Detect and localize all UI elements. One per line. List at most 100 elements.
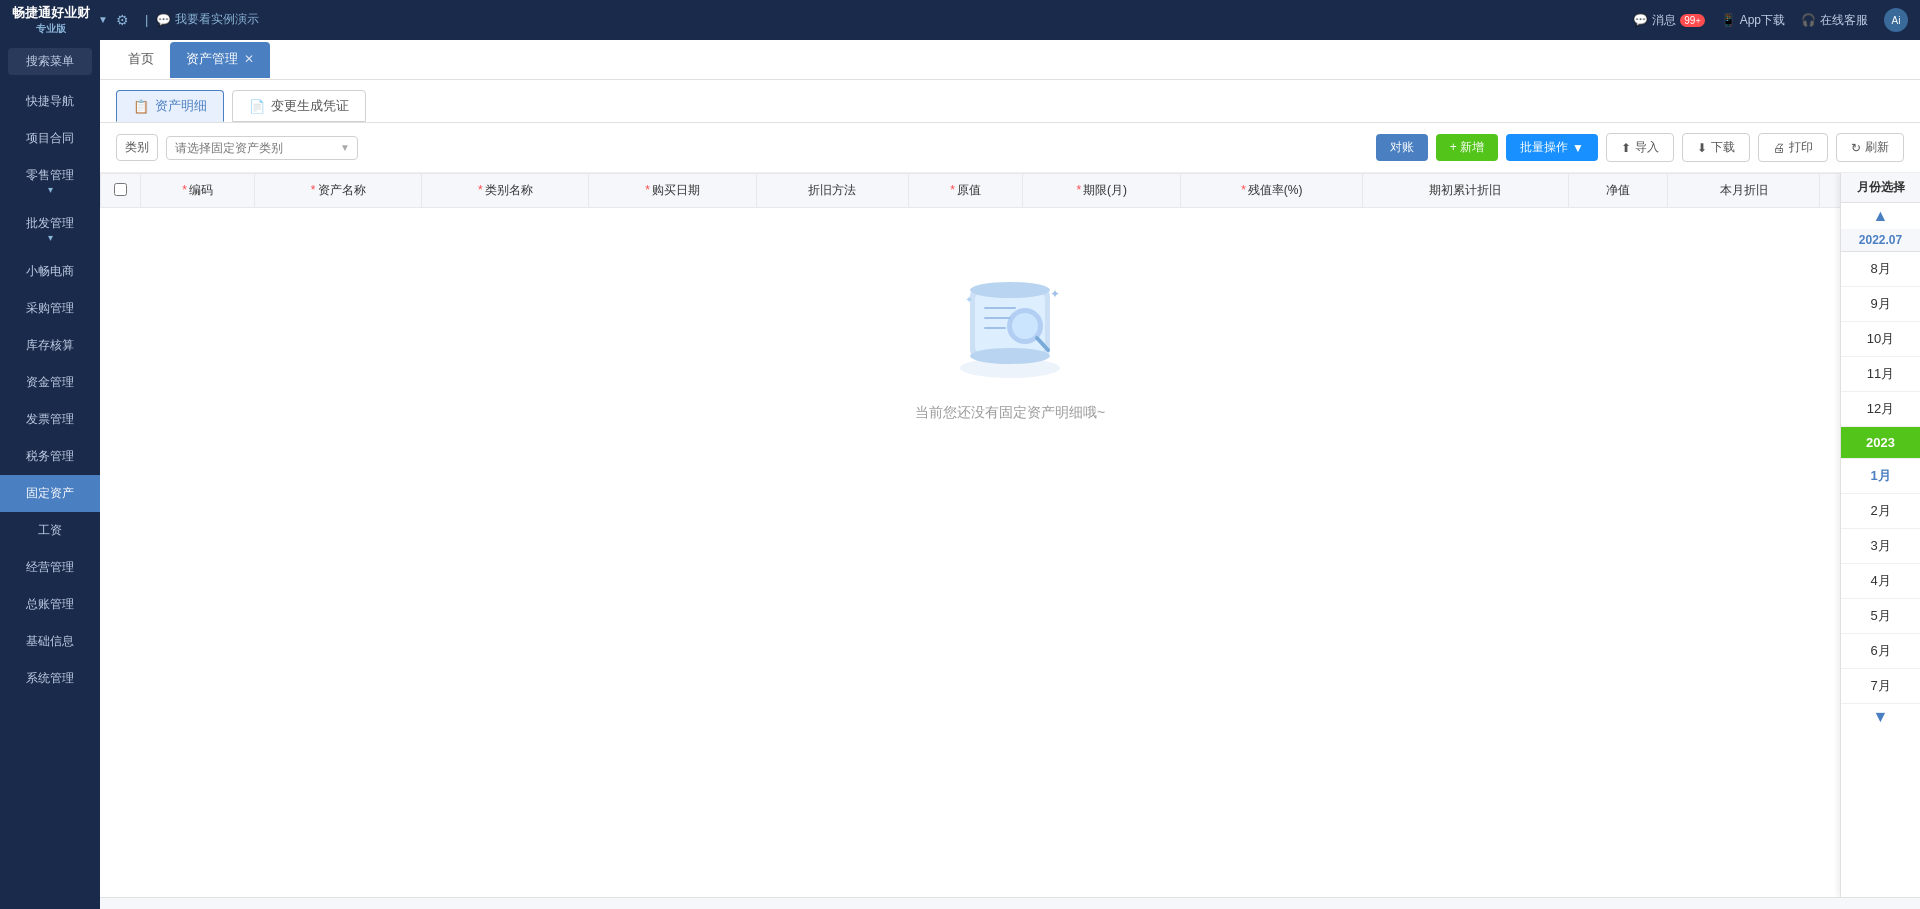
app-title: 畅捷通好业财 [12, 5, 90, 22]
sidebar-item-management[interactable]: 经营管理 [0, 549, 100, 586]
month-panel-year[interactable]: 2022.07 [1841, 229, 1920, 252]
month-item-7[interactable]: 7月 [1841, 669, 1920, 704]
download-icon: ⬇ [1697, 141, 1707, 155]
message-icon: 💬 [1633, 13, 1648, 27]
download-btn[interactable]: ⬇ 下载 [1682, 133, 1750, 162]
th-accumulated-depreciation: 期初累计折旧 [1363, 174, 1568, 208]
month-item-6[interactable]: 6月 [1841, 634, 1920, 669]
year-2023-badge: 2023 [1841, 427, 1920, 459]
sidebar-item-invoice[interactable]: 发票管理 [0, 401, 100, 438]
top-bar: 畅捷通好业财 专业版 ▼ ⚙ | 💬 我要看实例演示 💬 消息 99+ 📱 Ap… [0, 0, 1920, 40]
list-icon: 📋 [133, 99, 149, 114]
month-item-5[interactable]: 5月 [1841, 599, 1920, 634]
month-panel: 月份选择 ▲ 2022.07 8月 9月 10月 11月 12月 2023 1月… [1840, 173, 1920, 897]
import-icon: ⬆ [1621, 141, 1631, 155]
month-item-1[interactable]: 1月 [1841, 459, 1920, 494]
import-btn[interactable]: ⬆ 导入 [1606, 133, 1674, 162]
sidebar-item-quick-nav[interactable]: 快捷导航 [0, 83, 100, 120]
month-item-12[interactable]: 12月 [1841, 392, 1920, 427]
empty-icon: ✦ ✦ [940, 268, 1080, 388]
batch-btn[interactable]: 批量操作 ▼ [1506, 134, 1598, 161]
demo-link[interactable]: 💬 我要看实例演示 [156, 11, 259, 28]
month-item-3[interactable]: 3月 [1841, 529, 1920, 564]
svg-point-4 [970, 348, 1050, 364]
month-item-2[interactable]: 2月 [1841, 494, 1920, 529]
month-panel-header: 月份选择 [1841, 173, 1920, 203]
category-select-input[interactable] [166, 136, 358, 160]
month-item-10[interactable]: 10月 [1841, 322, 1920, 357]
tab-home[interactable]: 首页 [112, 42, 170, 78]
month-item-11[interactable]: 11月 [1841, 357, 1920, 392]
svg-point-6 [1012, 313, 1038, 339]
empty-state: ✦ ✦ 当前您还没有固定资产明细哦~ [100, 208, 1920, 482]
top-bar-right: 💬 消息 99+ 📱 App下载 🎧 在线客服 Ai [1633, 8, 1908, 32]
print-icon: 🖨 [1773, 141, 1785, 155]
th-period: *期限(月) [1023, 174, 1181, 208]
svg-text:✦: ✦ [1050, 287, 1060, 301]
demo-icon: 💬 [156, 13, 171, 27]
sidebar-item-wholesale[interactable]: 批发管理 ▾ [0, 205, 100, 253]
reconcile-btn[interactable]: 对账 [1376, 134, 1428, 161]
sidebar-item-ecommerce[interactable]: 小畅电商 [0, 253, 100, 290]
svg-text:✦: ✦ [965, 294, 973, 305]
sidebar-item-purchase[interactable]: 采购管理 [0, 290, 100, 327]
svg-point-3 [970, 282, 1050, 298]
content-area: 首页 资产管理 ✕ 📋 资产明细 📄 变更生成凭证 [100, 40, 1920, 909]
toolbar: 类别 ▼ 对账 + 新增 批量操作 ▼ ⬆ 导 [100, 123, 1920, 173]
th-net-value: 净值 [1568, 174, 1667, 208]
tab-assets[interactable]: 资产管理 ✕ [170, 42, 270, 78]
sidebar-item-salary[interactable]: 工资 [0, 512, 100, 549]
sidebar-item-retail[interactable]: 零售管理 ▾ [0, 157, 100, 205]
sidebar-item-system[interactable]: 系统管理 [0, 660, 100, 697]
refresh-icon: ↻ [1851, 141, 1861, 155]
chevron-down-icon: ▾ [48, 232, 53, 243]
sidebar-item-assets[interactable]: 固定资产 [0, 475, 100, 512]
app-download-btn[interactable]: 📱 App下载 [1721, 12, 1785, 29]
month-item-4[interactable]: 4月 [1841, 564, 1920, 599]
toolbar-right: 对账 + 新增 批量操作 ▼ ⬆ 导入 ⬇ 下载 🖨 [1376, 133, 1904, 162]
th-depreciation-method: 折旧方法 [756, 174, 908, 208]
refresh-btn[interactable]: ↻ 刷新 [1836, 133, 1904, 162]
headset-icon: 🎧 [1801, 13, 1816, 27]
sidebar-item-project[interactable]: 项目合同 [0, 120, 100, 157]
message-btn[interactable]: 💬 消息 99+ [1633, 12, 1704, 29]
sub-tab-detail[interactable]: 📋 资产明细 [116, 90, 224, 122]
main-layout: 搜索菜单 快捷导航 项目合同 零售管理 ▾ 批发管理 ▾ 小畅电商 采购管理 库… [0, 40, 1920, 909]
dropdown-arrow-icon[interactable]: ▼ [98, 14, 108, 25]
sidebar-item-tax[interactable]: 税务管理 [0, 438, 100, 475]
nav-tabs: 首页 资产管理 ✕ [100, 40, 1920, 80]
sub-tabs: 📋 资产明细 📄 变更生成凭证 [100, 80, 1920, 123]
sidebar-item-basic[interactable]: 基础信息 [0, 623, 100, 660]
sub-tab-voucher[interactable]: 📄 变更生成凭证 [232, 90, 366, 122]
settings-icon[interactable]: ⚙ [116, 12, 129, 28]
tab-close-icon[interactable]: ✕ [244, 52, 254, 66]
search-menu-btn[interactable]: 搜索菜单 [8, 48, 92, 75]
month-nav-up-btn[interactable]: ▲ [1841, 203, 1920, 229]
chevron-down-icon: ▾ [48, 184, 53, 195]
user-avatar[interactable]: Ai [1884, 8, 1908, 32]
category-label: 类别 [116, 134, 158, 161]
page-main: 📋 资产明细 📄 变更生成凭证 类别 ▼ [100, 80, 1920, 909]
month-item-9[interactable]: 9月 [1841, 287, 1920, 322]
top-bar-left: 畅捷通好业财 专业版 ▼ ⚙ | 💬 我要看实例演示 [12, 5, 259, 35]
select-all-checkbox[interactable] [114, 183, 127, 196]
doc-icon: 📄 [249, 99, 265, 114]
phone-icon: 📱 [1721, 13, 1736, 27]
th-category: *类别名称 [422, 174, 589, 208]
th-original-value: *原值 [908, 174, 1022, 208]
month-nav-down-btn[interactable]: ▼ [1841, 704, 1920, 730]
toolbar-left: 类别 ▼ [116, 134, 1368, 161]
th-purchase-date: *购买日期 [589, 174, 756, 208]
month-item-8[interactable]: 8月 [1841, 252, 1920, 287]
sidebar-item-finance[interactable]: 资金管理 [0, 364, 100, 401]
online-service-btn[interactable]: 🎧 在线客服 [1801, 12, 1868, 29]
sidebar-item-ledger[interactable]: 总账管理 [0, 586, 100, 623]
table-month-wrapper: *编码 *资产名称 *类别名称 *购买日期 折旧方法 *原值 *期限(月) *残… [100, 173, 1920, 897]
sidebar-search-area: 搜索菜单 [0, 40, 100, 83]
sidebar: 搜索菜单 快捷导航 项目合同 零售管理 ▾ 批发管理 ▾ 小畅电商 采购管理 库… [0, 40, 100, 909]
app-logo: 畅捷通好业财 专业版 [12, 5, 90, 35]
print-btn[interactable]: 🖨 打印 [1758, 133, 1828, 162]
sidebar-item-inventory[interactable]: 库存核算 [0, 327, 100, 364]
add-btn[interactable]: + 新增 [1436, 134, 1498, 161]
chevron-down-icon: ▼ [1572, 141, 1584, 155]
